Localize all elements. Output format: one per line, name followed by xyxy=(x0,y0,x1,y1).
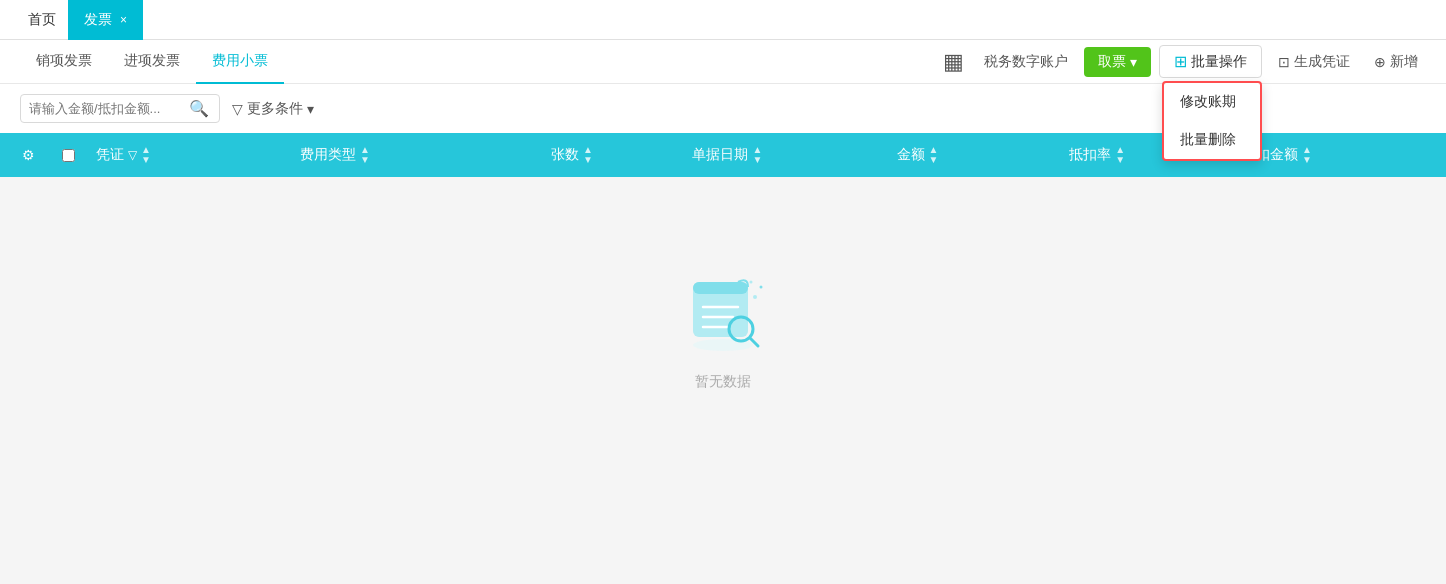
th-expense-type[interactable]: 费用类型 ▲▼ xyxy=(292,145,543,165)
gear-icon: ⚙ xyxy=(22,147,35,163)
tab-jinxiang-invoice[interactable]: 进项发票 xyxy=(108,40,196,84)
get-ticket-button[interactable]: 取票 ▾ xyxy=(1084,47,1151,77)
th-date-label: 单据日期 xyxy=(692,146,748,164)
batch-operation-container: ⊞ 批量操作 修改账期 批量删除 xyxy=(1159,45,1262,78)
th-count-label: 张数 xyxy=(551,146,579,164)
batch-modify-period-item[interactable]: 修改账期 xyxy=(1164,83,1260,121)
qr-code-button[interactable]: ▦ xyxy=(939,45,968,79)
svg-point-10 xyxy=(750,281,753,284)
th-amount-label: 金额 xyxy=(897,146,925,164)
th-count[interactable]: 张数 ▲▼ xyxy=(543,145,684,165)
th-rate-label: 抵扣率 xyxy=(1069,146,1111,164)
th-voucher-sort[interactable]: ▲▼ xyxy=(141,145,151,165)
th-voucher[interactable]: 凭证 ▽ ▲▼ xyxy=(88,145,292,165)
more-conditions-arrow-icon: ▾ xyxy=(307,101,314,117)
tab-xiaoxiang-invoice[interactable]: 销项发票 xyxy=(20,40,108,84)
th-checkbox[interactable] xyxy=(48,149,88,162)
svg-rect-2 xyxy=(693,282,748,294)
empty-state-illustration xyxy=(663,257,783,357)
th-deduct-sort[interactable]: ▲▼ xyxy=(1302,145,1312,165)
th-gear[interactable]: ⚙ xyxy=(8,147,48,163)
empty-state-text: 暂无数据 xyxy=(695,373,751,391)
generate-icon: ⊡ xyxy=(1278,54,1290,70)
batch-dropdown-menu: 修改账期 批量删除 xyxy=(1162,81,1262,161)
invoice-tab-close[interactable]: × xyxy=(120,13,127,27)
th-date-sort[interactable]: ▲▼ xyxy=(752,145,762,165)
get-ticket-label: 取票 xyxy=(1098,53,1126,71)
th-expense-label: 费用类型 xyxy=(300,146,356,164)
search-button[interactable]: 🔍 xyxy=(189,99,209,118)
generate-voucher-button[interactable]: ⊡ 生成凭证 xyxy=(1270,47,1358,77)
svg-point-9 xyxy=(760,286,763,289)
get-ticket-arrow-icon: ▾ xyxy=(1130,54,1137,70)
th-amount[interactable]: 金额 ▲▼ xyxy=(889,145,1062,165)
th-voucher-label: 凭证 xyxy=(96,146,124,164)
tab-expense-receipt[interactable]: 费用小票 xyxy=(196,40,284,84)
invoice-tab[interactable]: 发票 × xyxy=(68,0,143,40)
generate-voucher-label: 生成凭证 xyxy=(1294,53,1350,71)
add-button[interactable]: ⊕ 新增 xyxy=(1366,47,1426,77)
invoice-tab-label: 发票 xyxy=(84,11,112,29)
top-nav: 首页 发票 × xyxy=(0,0,1446,40)
sub-tabs-right: ▦ 税务数字账户 取票 ▾ ⊞ 批量操作 修改账期 批量删除 ⊡ 生成凭证 ⊕ … xyxy=(939,45,1426,79)
batch-delete-item[interactable]: 批量删除 xyxy=(1164,121,1260,159)
add-label: 新增 xyxy=(1390,53,1418,71)
sub-tabs-left: 销项发票 进项发票 费用小票 xyxy=(20,40,284,83)
svg-point-8 xyxy=(753,295,757,299)
th-rate-sort[interactable]: ▲▼ xyxy=(1115,145,1125,165)
more-conditions-label: 更多条件 xyxy=(247,100,303,118)
select-all-checkbox[interactable] xyxy=(62,149,75,162)
th-count-sort[interactable]: ▲▼ xyxy=(583,145,593,165)
home-nav-item[interactable]: 首页 xyxy=(16,11,68,29)
filter-icon: ▽ xyxy=(232,101,243,117)
th-amount-sort[interactable]: ▲▼ xyxy=(929,145,939,165)
th-voucher-filter-icon: ▽ xyxy=(128,148,137,162)
th-date[interactable]: 单据日期 ▲▼ xyxy=(684,145,888,165)
batch-operation-label: 批量操作 xyxy=(1191,53,1247,71)
tax-digital-account-button[interactable]: 税务数字账户 xyxy=(976,49,1076,75)
empty-state: 暂无数据 xyxy=(0,177,1446,431)
sub-tabs-bar: 销项发票 进项发票 费用小票 ▦ 税务数字账户 取票 ▾ ⊞ 批量操作 修改账期… xyxy=(0,40,1446,84)
th-expense-sort[interactable]: ▲▼ xyxy=(360,145,370,165)
search-input-wrap: 🔍 xyxy=(20,94,220,123)
add-icon: ⊕ xyxy=(1374,54,1386,70)
more-conditions-button[interactable]: ▽ 更多条件 ▾ xyxy=(232,100,314,118)
search-input[interactable] xyxy=(29,101,189,116)
batch-icon: ⊞ xyxy=(1174,52,1187,71)
th-deduct-amount[interactable]: 抵扣金额 ▲▼ xyxy=(1234,145,1438,165)
batch-operation-button[interactable]: ⊞ 批量操作 xyxy=(1159,45,1262,78)
